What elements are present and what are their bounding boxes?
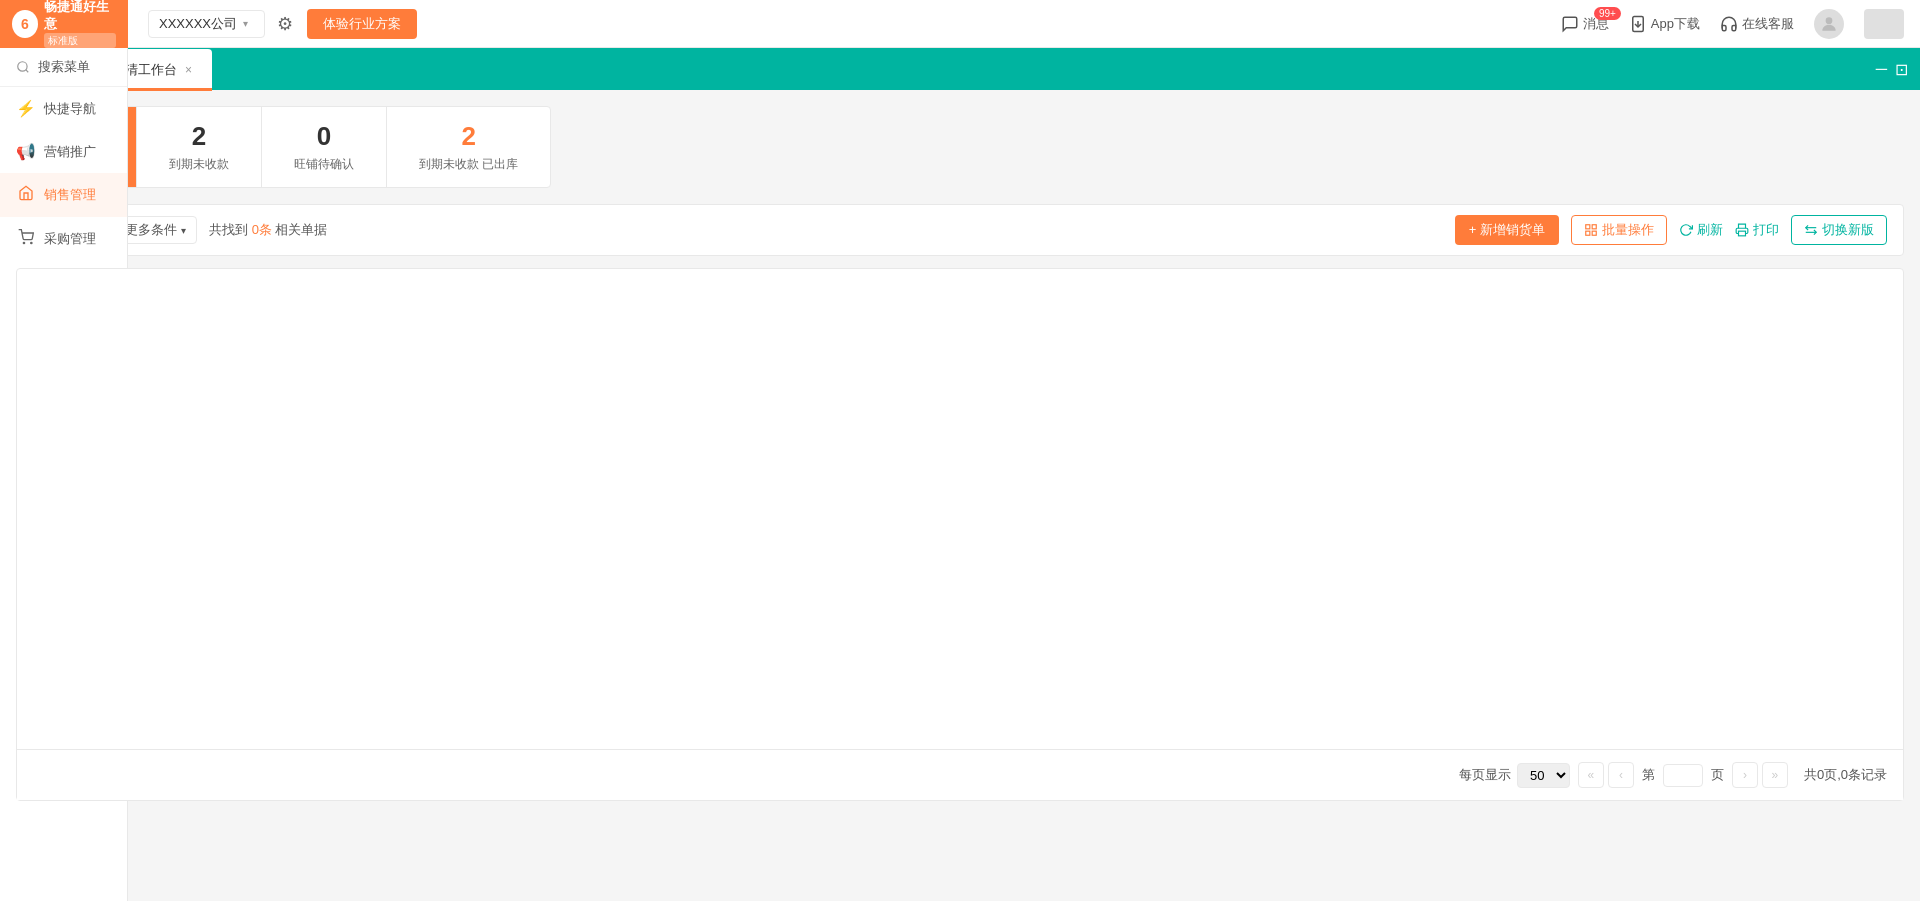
stat-pending-number: 0 [294, 121, 354, 152]
online-service-btn[interactable]: 在线客服 [1720, 15, 1794, 33]
header-right: 消息 99+ App下载 在线客服 [1561, 9, 1904, 39]
page-num-prefix: 第 [1642, 766, 1655, 784]
quick-nav-icon: ⚡ [16, 99, 36, 118]
tab-close-btn[interactable]: × [185, 63, 192, 77]
page-wrapper: 2 全部单据 2 到期未收款 0 旺铺待确认 2 到期未收款 已出库 [0, 90, 1920, 901]
sidebar-item-purchase[interactable]: 采购管理 [0, 217, 127, 261]
headset-icon [1720, 15, 1738, 33]
pagination: 每页显示 50 « ‹ 第 1 页 › » 共0页,0条记录 [17, 749, 1903, 800]
top-header: 6 畅捷通好生意 标准版 XXXXXX公司 ▾ ⚙ 体验行业方案 消息 99+ [0, 0, 1920, 48]
toolbar-right: + 新增销货单 批量操作 刷新 [1455, 215, 1887, 245]
stat-card-pending[interactable]: 0 旺铺待确认 [262, 107, 387, 187]
sidebar-item-sales[interactable]: 销售管理 [0, 173, 127, 217]
table-area: 每页显示 50 « ‹ 第 1 页 › » 共0页,0条记录 [16, 268, 1904, 801]
svg-rect-17 [1586, 225, 1590, 229]
maximize-btn[interactable]: ⊡ [1895, 60, 1908, 79]
filter-dropdown-icon: ▾ [181, 225, 186, 236]
batch-btn[interactable]: 批量操作 [1571, 215, 1667, 245]
page-nav: « ‹ 第 1 页 › » [1578, 762, 1788, 788]
stat-overdue-number: 2 [169, 121, 229, 152]
svg-rect-19 [1592, 231, 1596, 235]
settings-icon[interactable]: ⚙ [277, 13, 293, 35]
company-selector[interactable]: XXXXXX公司 ▾ [148, 10, 265, 38]
batch-icon [1584, 223, 1598, 237]
user-avatar-icon [1819, 14, 1839, 34]
table-body [17, 269, 1903, 749]
page-first-btn[interactable]: « [1578, 762, 1604, 788]
page-size-select[interactable]: 50 [1517, 763, 1570, 788]
username-display [1864, 9, 1904, 39]
messages-btn[interactable]: 消息 99+ [1561, 15, 1609, 33]
page-num-suffix: 页 [1711, 766, 1724, 784]
trial-button[interactable]: 体验行业方案 [307, 9, 417, 39]
sidebar-item-label: 销售管理 [44, 186, 96, 204]
marketing-icon: 📢 [16, 142, 36, 161]
sidebar-item-label: 快捷导航 [44, 100, 96, 118]
page-next-btn[interactable]: › [1732, 762, 1758, 788]
download-icon [1629, 15, 1647, 33]
add-sale-btn[interactable]: + 新增销货单 [1455, 215, 1559, 245]
logo-icon: 6 [12, 10, 38, 38]
sidebar-item-label: 采购管理 [44, 230, 96, 248]
switch-version-btn[interactable]: 切换新版 [1791, 215, 1887, 245]
page-prev-btn[interactable]: ‹ [1608, 762, 1634, 788]
purchase-icon [16, 229, 36, 249]
stat-overdue-label: 到期未收款 [169, 156, 229, 173]
sidebar-item-label: 营销推广 [44, 143, 96, 161]
svg-point-2 [1826, 17, 1833, 24]
body-area: 搜索菜单 ⚡ 快捷导航 📢 营销推广 销售管理 [0, 90, 1920, 901]
found-count: 0条 [252, 222, 272, 237]
switch-icon [1804, 223, 1818, 237]
sales-icon [16, 185, 36, 205]
message-icon [1561, 15, 1579, 33]
page-last-btn[interactable]: » [1762, 762, 1788, 788]
stat-card-not-shipped[interactable]: 2 到期未收款 已出库 [387, 107, 550, 187]
svg-rect-18 [1592, 225, 1596, 229]
dropdown-arrow-icon: ▾ [243, 18, 248, 29]
print-icon [1735, 223, 1749, 237]
stat-not-shipped-number: 2 [419, 121, 518, 152]
print-btn[interactable]: 打印 [1735, 221, 1779, 239]
page-size-label: 每页显示 [1459, 766, 1511, 784]
refresh-btn[interactable]: 刷新 [1679, 221, 1723, 239]
stat-card-overdue[interactable]: 2 到期未收款 [137, 107, 262, 187]
nav-tabs: 首页 钱货日清工作台 × ─ ⊡ [0, 48, 1920, 90]
stat-pending-label: 旺铺待确认 [294, 156, 354, 173]
svg-rect-21 [1739, 231, 1746, 236]
stat-not-shipped-label: 到期未收款 已出库 [419, 156, 518, 173]
nav-actions: ─ ⊡ [1876, 60, 1920, 79]
toolbar: 全选 更多条件 ▾ 共找到 0条 相关单据 + 新增销货单 [16, 204, 1904, 256]
logo-area: 6 畅捷通好生意 标准版 [0, 0, 128, 48]
page-total: 共0页,0条记录 [1804, 766, 1887, 784]
refresh-icon [1679, 223, 1693, 237]
svg-point-5 [23, 242, 24, 243]
app-download-btn[interactable]: App下载 [1629, 15, 1700, 33]
found-text: 共找到 0条 相关单据 [209, 221, 327, 239]
page-number-input[interactable]: 1 [1663, 764, 1703, 787]
logo-text: 畅捷通好生意 标准版 [44, 0, 116, 48]
sidebar-item-marketing[interactable]: 📢 营销推广 [0, 130, 127, 173]
avatar[interactable] [1814, 9, 1844, 39]
svg-rect-20 [1586, 231, 1590, 235]
svg-point-6 [31, 242, 32, 243]
sidebar-item-quick-nav[interactable]: ⚡ 快捷导航 [0, 90, 127, 130]
minimize-btn[interactable]: ─ [1876, 60, 1887, 78]
